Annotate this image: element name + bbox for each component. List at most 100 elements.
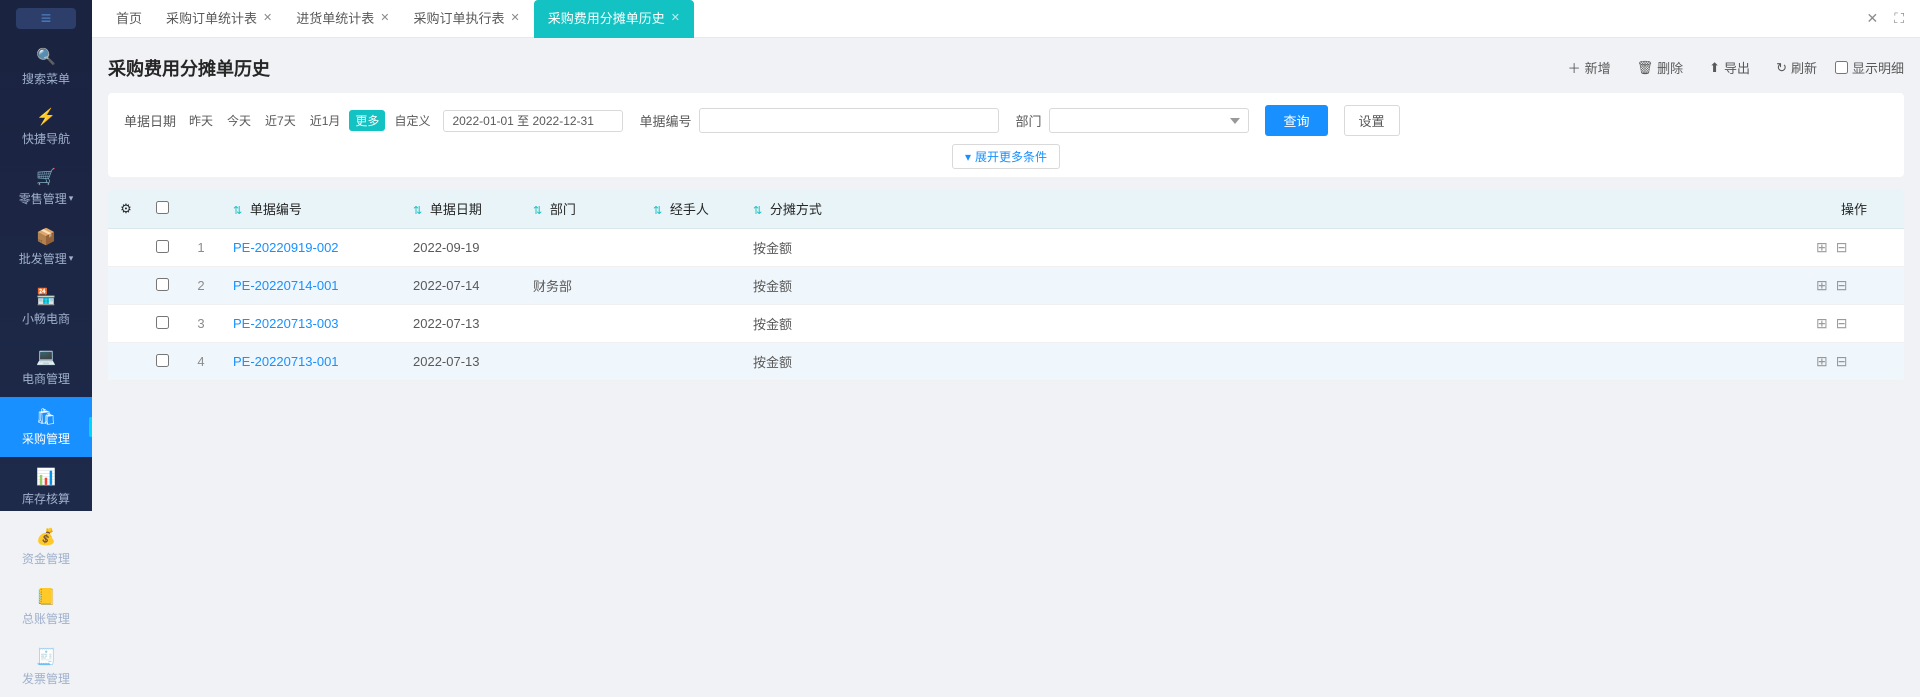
date-label: 单据日期 (124, 111, 176, 130)
tab-close-icon[interactable]: ✕ (671, 11, 680, 24)
more-actions-icon[interactable]: ⊟ (1836, 353, 1848, 370)
table-header-row: ⚙ ⇅ 单据编号 ⇅ 单据日期 (108, 189, 1904, 229)
sidebar-item-label: 批发管理 (19, 250, 67, 267)
tab-purchase-order-summary[interactable]: 采购订单统计表 ✕ (154, 0, 284, 38)
more-actions-icon[interactable]: ⊟ (1836, 315, 1848, 332)
sidebar-item-retail[interactable]: 🛒 零售管理 ▾ (0, 157, 92, 217)
more-actions-icon[interactable]: ⊟ (1836, 277, 1848, 294)
table-row: 1 PE-20220919-002 2022-09-19 按金额 ⊞ ⊟ (108, 229, 1904, 267)
date-custom-btn[interactable]: 自定义 (389, 110, 435, 131)
date-field: 单据日期 昨天 今天 近7天 近1月 更多 自定义 (124, 110, 623, 132)
date-more-btn[interactable]: 更多 (349, 110, 385, 131)
dept-field: 部门 财务部 (1015, 108, 1249, 133)
sidebar-item-finance[interactable]: 💰 资金管理 (0, 517, 92, 577)
row-split-method: 按金额 (741, 267, 1804, 305)
sidebar-item-quick-nav[interactable]: ⚡ 快捷导航 (0, 97, 92, 157)
date-1month-btn[interactable]: 近1月 (305, 110, 346, 131)
add-button[interactable]: ＋ 新增 (1560, 54, 1619, 81)
row-checkbox-cell[interactable] (144, 343, 181, 381)
col-gear[interactable]: ⚙ (108, 189, 144, 229)
col-actions: 操作 (1804, 189, 1904, 229)
row-order-no[interactable]: PE-20220713-001 (221, 343, 401, 381)
tab-close-icon[interactable]: ✕ (380, 11, 389, 24)
tab-purchase-cost-history[interactable]: 采购费用分摊单历史 ✕ (534, 0, 694, 38)
tab-purchase-order-exec[interactable]: 采购订单执行表 ✕ (401, 0, 531, 38)
tab-close-icon[interactable]: ✕ (511, 11, 520, 24)
sidebar-item-label: 搜索菜单 (22, 70, 70, 87)
table-row: 4 PE-20220713-001 2022-07-13 按金额 ⊞ ⊟ (108, 343, 1904, 381)
export-label: 导出 (1724, 58, 1750, 77)
col-dept[interactable]: ⇅ 部门 (521, 189, 641, 229)
tab-close-window-btn[interactable]: ✕ (1862, 8, 1882, 29)
row-checkbox-cell[interactable] (144, 229, 181, 267)
date-range-input[interactable] (443, 110, 623, 132)
sidebar-item-label: 库存核算 (22, 490, 70, 507)
col-handler[interactable]: ⇅ 经手人 (641, 189, 741, 229)
col-split-method[interactable]: ⇅ 分摊方式 (741, 189, 1804, 229)
row-order-no[interactable]: PE-20220713-003 (221, 305, 401, 343)
sidebar-item-purchase[interactable]: 🛍 采购管理 (0, 397, 92, 457)
query-button[interactable]: 查询 (1265, 105, 1327, 136)
select-all-checkbox[interactable] (156, 201, 169, 214)
col-order-no-label: 单据编号 (250, 202, 302, 217)
sidebar-item-inventory[interactable]: 📊 库存核算 (0, 457, 92, 517)
row-date: 2022-07-14 (401, 267, 521, 305)
sidebar-item-label: 零售管理 (19, 190, 67, 207)
edit-icon[interactable]: ⊞ (1816, 353, 1828, 370)
col-order-no[interactable]: ⇅ 单据编号 (221, 189, 401, 229)
sidebar-item-ledger[interactable]: 📒 总账管理 (0, 577, 92, 637)
row-actions: ⊞ ⊟ (1804, 343, 1904, 381)
ledger-icon: 📒 (36, 587, 56, 607)
tab-maximize-btn[interactable]: ⛶ (1890, 8, 1908, 29)
row-num: 4 (181, 343, 221, 381)
sidebar-item-search[interactable]: 🔍 搜索菜单 (0, 37, 92, 97)
row-date: 2022-07-13 (401, 305, 521, 343)
delete-button[interactable]: 🗑 删除 (1629, 54, 1692, 81)
expand-conditions-button[interactable]: ▾ 展开更多条件 (952, 144, 1060, 169)
row-checkbox[interactable] (156, 240, 169, 253)
tab-home[interactable]: 首页 (104, 0, 154, 38)
date-yesterday-btn[interactable]: 昨天 (184, 110, 218, 131)
order-no-link[interactable]: PE-20220713-001 (233, 354, 339, 369)
date-today-btn[interactable]: 今天 (222, 110, 256, 131)
row-checkbox[interactable] (156, 316, 169, 329)
edit-icon[interactable]: ⊞ (1816, 277, 1828, 294)
order-no-link[interactable]: PE-20220714-001 (233, 278, 339, 293)
row-order-no[interactable]: PE-20220919-002 (221, 229, 401, 267)
sidebar-item-invoice[interactable]: 🧾 发票管理 (0, 637, 92, 697)
action-group: ⊞ ⊟ (1816, 315, 1892, 332)
row-gear (108, 267, 144, 305)
table-row: 2 PE-20220714-001 2022-07-14 财务部 按金额 ⊞ ⊟ (108, 267, 1904, 305)
inventory-icon: 📊 (36, 467, 56, 487)
row-checkbox-cell[interactable] (144, 267, 181, 305)
export-button[interactable]: ⬆ 导出 (1701, 54, 1758, 81)
settings-button[interactable]: 设置 (1344, 105, 1400, 136)
col-date[interactable]: ⇅ 单据日期 (401, 189, 521, 229)
edit-icon[interactable]: ⊞ (1816, 239, 1828, 256)
more-actions-icon[interactable]: ⊟ (1836, 239, 1848, 256)
order-no-link[interactable]: PE-20220919-002 (233, 240, 339, 255)
col-date-label: 单据日期 (430, 202, 482, 217)
sidebar-item-mini-shop[interactable]: 🏪 小畅电商 (0, 277, 92, 337)
row-checkbox-cell[interactable] (144, 305, 181, 343)
sidebar-item-wholesale[interactable]: 📦 批发管理 ▾ (0, 217, 92, 277)
edit-icon[interactable]: ⊞ (1816, 315, 1828, 332)
sidebar-item-ecommerce[interactable]: 💻 电商管理 (0, 337, 92, 397)
row-order-no[interactable]: PE-20220714-001 (221, 267, 401, 305)
wholesale-icon: 📦 (36, 227, 56, 247)
tab-purchase-receipt-summary[interactable]: 进货单统计表 ✕ (284, 0, 401, 38)
sort-icon: ⇅ (533, 205, 542, 217)
order-no-input[interactable] (699, 108, 999, 133)
row-checkbox[interactable] (156, 278, 169, 291)
dept-select[interactable]: 财务部 (1049, 108, 1249, 133)
row-checkbox[interactable] (156, 354, 169, 367)
date-7days-btn[interactable]: 近7天 (260, 110, 301, 131)
main-area: 首页 采购订单统计表 ✕ 进货单统计表 ✕ 采购订单执行表 ✕ 采购费用分摊单历… (92, 0, 1920, 511)
order-no-link[interactable]: PE-20220713-003 (233, 316, 339, 331)
row-num: 3 (181, 305, 221, 343)
show-cols-toggle[interactable]: 显示明细 (1835, 58, 1904, 77)
tab-close-icon[interactable]: ✕ (263, 11, 272, 24)
refresh-button[interactable]: ↻ 刷新 (1768, 54, 1825, 81)
tab-bar: 首页 采购订单统计表 ✕ 进货单统计表 ✕ 采购订单执行表 ✕ 采购费用分摊单历… (92, 0, 1920, 38)
show-cols-checkbox[interactable] (1835, 61, 1848, 74)
